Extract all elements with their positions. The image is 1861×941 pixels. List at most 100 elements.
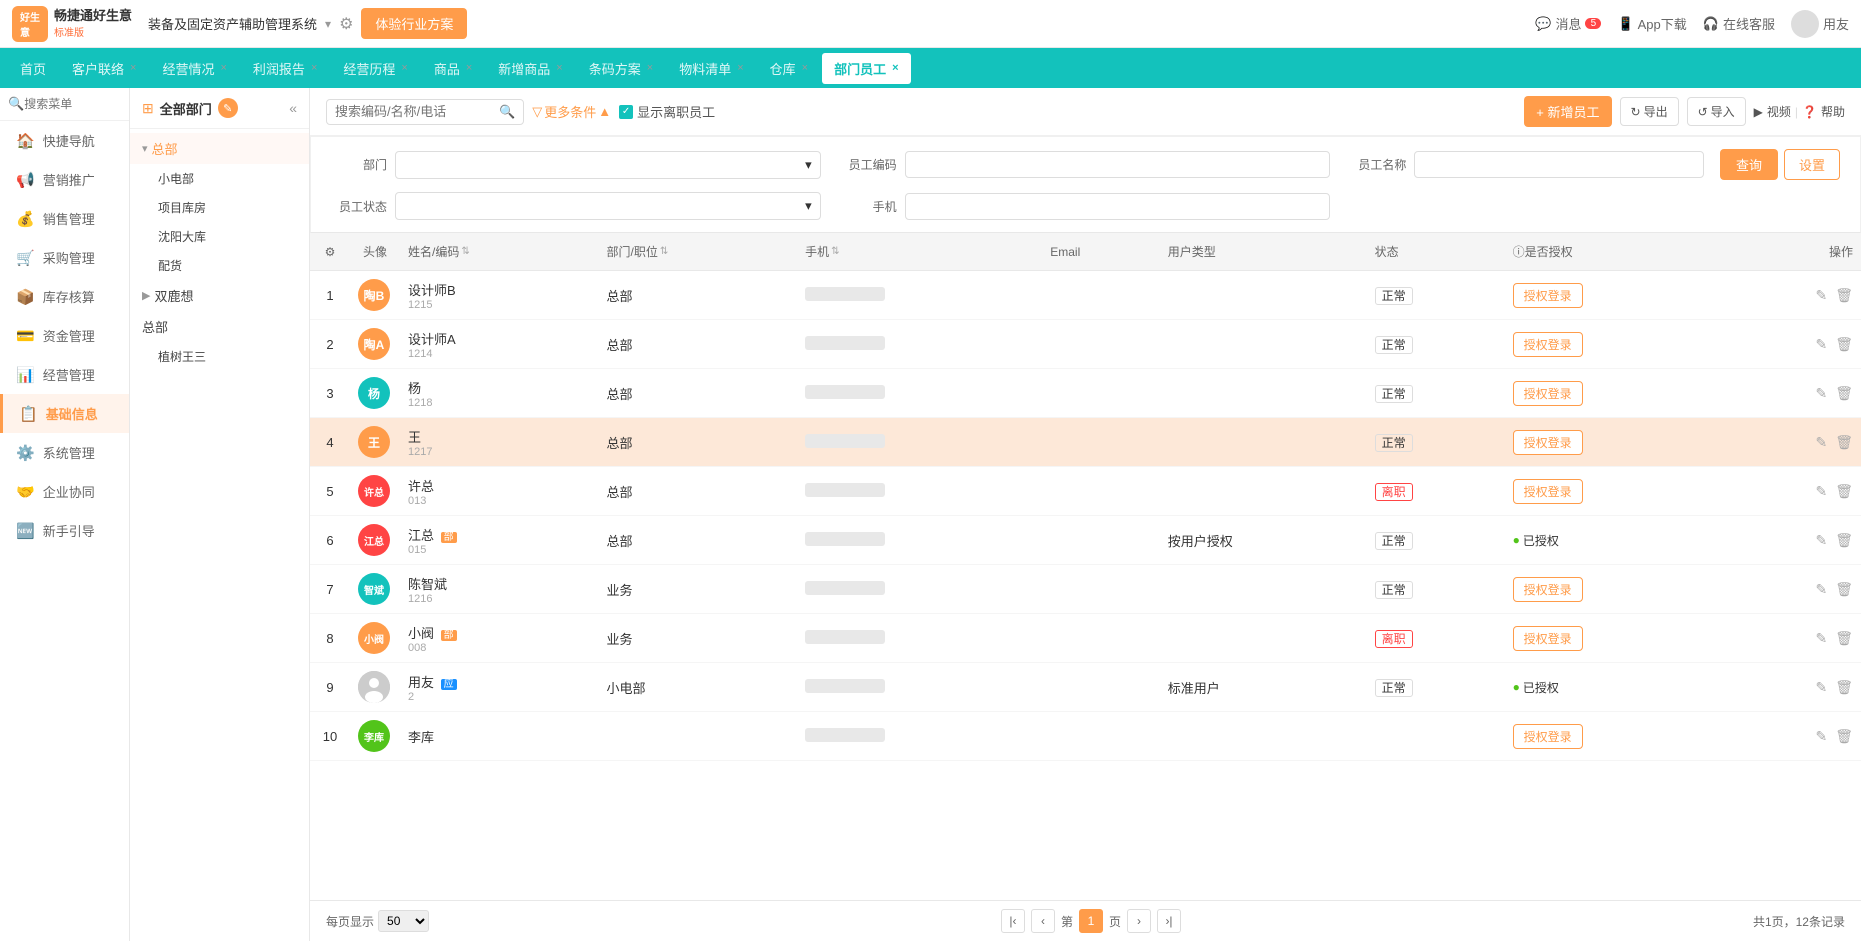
delete-icon[interactable]: 🗑 [1835,385,1853,402]
tab-department[interactable]: 部门员工 × [822,53,910,84]
sidebar-item-ops[interactable]: 📊经营管理 [0,355,129,394]
close-icon[interactable]: × [130,62,136,74]
app-download-button[interactable]: 📱 App下载 [1617,14,1686,33]
sidebar-item-finance[interactable]: 💳资金管理 [0,316,129,355]
close-icon[interactable]: × [647,62,653,74]
tab-barcode[interactable]: 条码方案 × [577,53,665,84]
delete-icon[interactable]: 🗑 [1835,287,1853,304]
auth-button[interactable]: 授权登录 [1513,283,1583,308]
dept-node-xiaodian[interactable]: 小电部 [146,164,309,193]
edit-icon[interactable]: ✎ [1815,581,1827,598]
user-menu[interactable]: 用友 [1791,10,1849,38]
tab-biz-status[interactable]: 经营情况 × [150,53,238,84]
tab-bom[interactable]: 物料清单 × [667,53,755,84]
first-page-button[interactable]: |‹ [1001,909,1025,933]
msg-button[interactable]: 💬 消息 5 [1535,14,1601,33]
view-options[interactable]: ▶ 视频 | ❓ 帮助 [1754,103,1845,120]
delete-icon[interactable]: 🗑 [1835,630,1853,647]
edit-icon[interactable]: ✎ [1815,728,1827,745]
current-page[interactable]: 1 [1079,909,1103,933]
gear-icon[interactable]: ⚙ [339,14,353,34]
dept-node-peihuo[interactable]: 配货 [146,251,309,280]
sidebar-item-marketing[interactable]: 📢营销推广 [0,160,129,199]
sidebar-item-collab[interactable]: 🤝企业协同 [0,472,129,511]
delete-icon[interactable]: 🗑 [1835,532,1853,549]
adv-empcode-input[interactable] [905,151,1331,178]
sidebar-search-input[interactable] [24,97,121,111]
delete-icon[interactable]: 🗑 [1835,434,1853,451]
search-submit-icon[interactable]: 🔍 [499,104,515,120]
adv-status-select[interactable]: ▾ [395,192,821,220]
edit-icon[interactable]: ✎ [1815,532,1827,549]
edit-icon[interactable]: ✎ [1815,385,1827,402]
per-page-select[interactable]: 50 100 [378,910,429,932]
dept-node-root[interactable]: ▾ 总部 [130,133,309,164]
adv-dept-select[interactable]: ▾ [395,151,821,179]
auth-button[interactable]: 授权登录 [1513,577,1583,602]
tab-warehouse[interactable]: 仓库 × [758,53,820,84]
adv-empname-input[interactable] [1414,151,1704,178]
delete-icon[interactable]: 🗑 [1835,728,1853,745]
th-name[interactable]: 姓名/编码⇅ [400,233,599,271]
tab-home[interactable]: 首页 [8,53,58,84]
settings-icon[interactable]: ⚙ [325,245,336,259]
close-icon[interactable]: × [220,62,226,74]
auth-button[interactable]: 授权登录 [1513,626,1583,651]
close-icon[interactable]: × [737,62,743,74]
next-page-button[interactable]: › [1127,909,1151,933]
edit-icon[interactable]: ✎ [1815,679,1827,696]
auth-button[interactable]: 授权登录 [1513,381,1583,406]
last-page-button[interactable]: ›| [1157,909,1181,933]
dept-node-project[interactable]: 项目库房 [146,193,309,222]
edit-icon[interactable]: ✎ [1815,483,1827,500]
dept-node-shenyang[interactable]: 沈阳大库 [146,222,309,251]
import-button[interactable]: ↺ 导入 [1687,97,1746,126]
prev-page-button[interactable]: ‹ [1031,909,1055,933]
tab-goods[interactable]: 商品 × [422,53,484,84]
support-button[interactable]: 🎧 在线客服 [1703,14,1775,33]
tab-profit[interactable]: 利润报告 × [241,53,329,84]
delete-icon[interactable]: 🗑 [1835,483,1853,500]
dept-collapse-button[interactable]: « [289,100,297,116]
close-icon[interactable]: × [556,62,562,74]
query-button[interactable]: 查询 [1720,149,1778,180]
adv-phone-input[interactable] [905,193,1331,220]
tab-customer[interactable]: 客户联络 × [60,53,148,84]
edit-icon[interactable]: ✎ [1815,434,1827,451]
more-filters-button[interactable]: ▽ 更多条件 ▲ [532,102,611,121]
sidebar-item-inventory[interactable]: 📦库存核算 [0,277,129,316]
delete-icon[interactable]: 🗑 [1835,581,1853,598]
th-phone[interactable]: 手机⇅ [797,233,1042,271]
close-icon[interactable]: × [802,62,808,74]
close-icon[interactable]: × [311,62,317,74]
auth-button[interactable]: 授权登录 [1513,332,1583,357]
set-button[interactable]: 设置 [1784,149,1840,180]
sidebar-item-basic[interactable]: 📋基础信息 [0,394,129,433]
auth-button[interactable]: 授权登录 [1513,479,1583,504]
add-employee-button[interactable]: + 新增员工 [1524,96,1611,127]
th-settings[interactable]: ⚙ [310,233,350,271]
sidebar-item-system[interactable]: ⚙️系统管理 [0,433,129,472]
edit-icon[interactable]: ✎ [1815,287,1827,304]
export-button[interactable]: ↻ 导出 [1620,97,1679,126]
dept-node-zhishu[interactable]: 植树王三 [146,342,309,371]
sidebar-item-quick-nav[interactable]: 🏠快捷导航 [0,121,129,160]
trial-button[interactable]: 体验行业方案 [361,8,467,39]
dept-edit-button[interactable]: ✎ [218,98,238,118]
show-resigned-checkbox[interactable]: ✓ [619,105,633,119]
dept-node-shuanglu[interactable]: ▶ 双鹿想 [130,280,309,311]
auth-button[interactable]: 授权登录 [1513,430,1583,455]
delete-icon[interactable]: 🗑 [1835,679,1853,696]
sidebar-item-sales[interactable]: 💰销售管理 [0,199,129,238]
dept-node-zongbu[interactable]: 总部 [130,311,309,342]
tab-biz-process[interactable]: 经营历程 × [331,53,419,84]
search-input[interactable] [335,104,495,119]
th-dept[interactable]: 部门/职位⇅ [599,233,798,271]
sidebar-item-guide[interactable]: 🆕新手引导 [0,511,129,550]
system-title-dropdown-icon[interactable]: ▾ [325,17,331,31]
edit-icon[interactable]: ✎ [1815,630,1827,647]
close-icon[interactable]: × [892,62,898,74]
tab-add-goods[interactable]: 新增商品 × [486,53,574,84]
sidebar-item-purchase[interactable]: 🛒采购管理 [0,238,129,277]
close-icon[interactable]: × [466,62,472,74]
